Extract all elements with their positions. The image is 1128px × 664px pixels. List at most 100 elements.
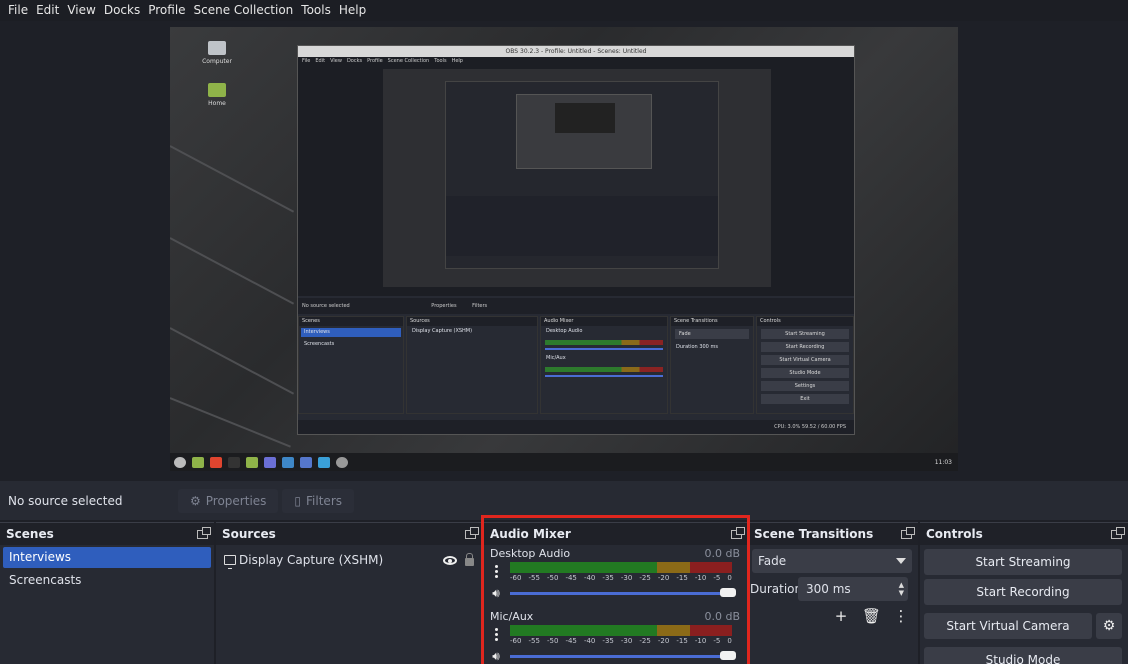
filters-button[interactable]: ▯ Filters	[282, 488, 355, 513]
virtual-camera-row: Start Virtual Camera ⚙	[920, 609, 1128, 643]
nested-dock-title: Audio Mixer	[541, 317, 667, 326]
nested-channel-name: Mic/Aux	[546, 355, 566, 361]
properties-label: Properties	[205, 493, 267, 508]
nested-source-item: Display Capture (XSHM)	[412, 328, 473, 334]
program-preview[interactable]: Computer Home OBS 30.2.3 - Profile: Unti…	[170, 27, 958, 471]
slider-handle[interactable]	[720, 650, 736, 660]
dock-title: Sources	[222, 527, 276, 541]
kebab-menu-icon[interactable]: ⋮	[892, 607, 910, 625]
browser-icon[interactable]	[210, 456, 222, 468]
source-item[interactable]: Display Capture (XSHM)	[216, 548, 482, 572]
meter-ticks: -60 -55 -50 -45 -40 -35 -30 -25 -20 -15 -10 -5 0	[510, 574, 732, 582]
menu-edit[interactable]: Edit	[32, 0, 63, 21]
folder-icon[interactable]	[192, 456, 204, 468]
menu-scene-collection[interactable]: Scene Collection	[190, 0, 298, 21]
properties-button[interactable]: ⚙ Properties	[178, 488, 279, 513]
start-virtual-camera-button[interactable]: Start Virtual Camera	[924, 613, 1092, 639]
chevron-down-icon	[896, 558, 906, 564]
menu-tools[interactable]: Tools	[297, 0, 335, 21]
channel-name: Desktop Audio	[490, 547, 571, 560]
nested-control-button: Exit	[761, 394, 849, 404]
nested-control-button: Studio Mode	[761, 368, 849, 378]
scene-item-screencasts[interactable]: Screencasts	[3, 570, 211, 591]
monitor-icon	[224, 555, 236, 569]
gear-icon[interactable]: ⚙	[1096, 613, 1122, 639]
start-streaming-button[interactable]: Start Streaming	[924, 549, 1122, 575]
trash-icon[interactable]: 🗑︎	[862, 607, 881, 625]
transition-buttons: + 🗑︎ ⋮	[750, 607, 918, 625]
nested-menu-item: Scene Collection	[387, 58, 430, 64]
spin-arrows-icon[interactable]: ▲ ▼	[899, 581, 904, 597]
nested-controls-dock: Controls Start Streaming Start Recording…	[756, 316, 854, 414]
speaker-icon[interactable]: 🔊︎	[488, 586, 504, 601]
nested-dock-title: Scenes	[299, 317, 403, 326]
nested-menu-item: Profile	[367, 58, 383, 64]
app-icon[interactable]	[264, 456, 276, 468]
lock-icon[interactable]	[465, 553, 474, 566]
undock-icon[interactable]	[197, 526, 211, 539]
nested-titlebar: OBS 30.2.3 - Profile: Untitled - Scenes:…	[298, 46, 854, 57]
nested-preview-2	[383, 69, 771, 287]
nested-sources-dock: Sources Display Capture (XSHM)	[406, 316, 538, 414]
controls-header: Controls	[920, 523, 1128, 545]
app-icon[interactable]	[318, 456, 330, 468]
undock-icon[interactable]	[731, 526, 745, 539]
kebab-menu-icon[interactable]	[488, 562, 504, 578]
menu-view[interactable]: View	[63, 0, 99, 21]
sources-dock: Sources Display Capture (XSHM)	[216, 522, 482, 664]
nested-dock-title: Sources	[407, 317, 537, 326]
menu-icon[interactable]	[174, 456, 186, 468]
obs-icon[interactable]	[336, 456, 348, 468]
undock-icon[interactable]	[1111, 526, 1125, 539]
nested-channel-name: Desktop Audio	[546, 328, 583, 334]
nested-meter	[545, 340, 663, 345]
source-item-label: Display Capture (XSHM)	[239, 553, 384, 567]
nested-docks-mini	[446, 196, 718, 256]
menu-profile[interactable]: Profile	[144, 0, 189, 21]
studio-mode-button[interactable]: Studio Mode	[924, 647, 1122, 664]
nested-menu-item: Tools	[434, 58, 447, 64]
terminal-icon[interactable]	[228, 456, 240, 468]
taskbar-clock: 11:03	[934, 458, 952, 466]
app-icon[interactable]	[300, 456, 312, 468]
duration-value: 300 ms	[806, 582, 851, 596]
nested-menu-item: Help	[451, 58, 463, 64]
nested-duration: Duration 300 ms	[676, 344, 718, 350]
undock-icon[interactable]	[465, 526, 479, 539]
kebab-menu-icon[interactable]	[488, 625, 504, 641]
steam-icon[interactable]	[282, 456, 294, 468]
desktop-icon-home[interactable]: Home	[197, 83, 237, 107]
menu-file[interactable]: File	[4, 0, 32, 21]
duration-spinbox[interactable]: 300 ms ▲ ▼	[798, 577, 908, 601]
nested-filters: Filters	[472, 303, 488, 309]
channel-db: 0.0 dB	[704, 610, 740, 623]
scene-item-interviews[interactable]: Interviews	[3, 547, 211, 568]
menu-docks[interactable]: Docks	[100, 0, 144, 21]
computer-icon	[208, 41, 226, 55]
files-icon[interactable]	[246, 456, 258, 468]
nested-slider	[545, 375, 663, 377]
visibility-eye-icon[interactable]	[443, 555, 457, 565]
start-recording-button[interactable]: Start Recording	[924, 579, 1122, 605]
channel-name: Mic/Aux	[490, 610, 534, 623]
nested-scene-item: Interviews	[301, 328, 401, 337]
speaker-icon[interactable]: 🔊︎	[488, 649, 504, 664]
desktop-icon-computer[interactable]: Computer	[197, 41, 237, 65]
meter-ticks: -60 -55 -50 -45 -40 -35 -30 -25 -20 -15 -10 -5 0	[510, 637, 732, 645]
transition-select[interactable]: Fade	[752, 549, 912, 573]
mixer-channel-desktop-audio: Desktop Audio 0.0 dB -60 -55 -50 -45 -40 -35-…	[484, 545, 748, 602]
volume-meter: -60 -55 -50 -45 -40 -35 -30 -25 -20 -15 -10 -5 0	[510, 625, 732, 646]
menu-help[interactable]: Help	[335, 0, 370, 21]
undock-icon[interactable]	[901, 526, 915, 539]
volume-slider[interactable]	[510, 650, 736, 660]
nested-meter	[545, 367, 663, 372]
volume-slider[interactable]	[510, 587, 736, 597]
nested-menubar: File Edit View Docks Profile Scene Colle…	[298, 57, 854, 66]
duration-row: Duration 300 ms ▲ ▼	[750, 577, 918, 601]
add-icon[interactable]: +	[832, 607, 850, 625]
nested-dock-title: Controls	[757, 317, 853, 326]
meter-bar	[510, 625, 732, 636]
channel-volume-row: 🔊︎	[484, 584, 748, 602]
slider-handle[interactable]	[720, 587, 736, 597]
preview-area: Computer Home OBS 30.2.3 - Profile: Unti…	[0, 21, 1128, 479]
